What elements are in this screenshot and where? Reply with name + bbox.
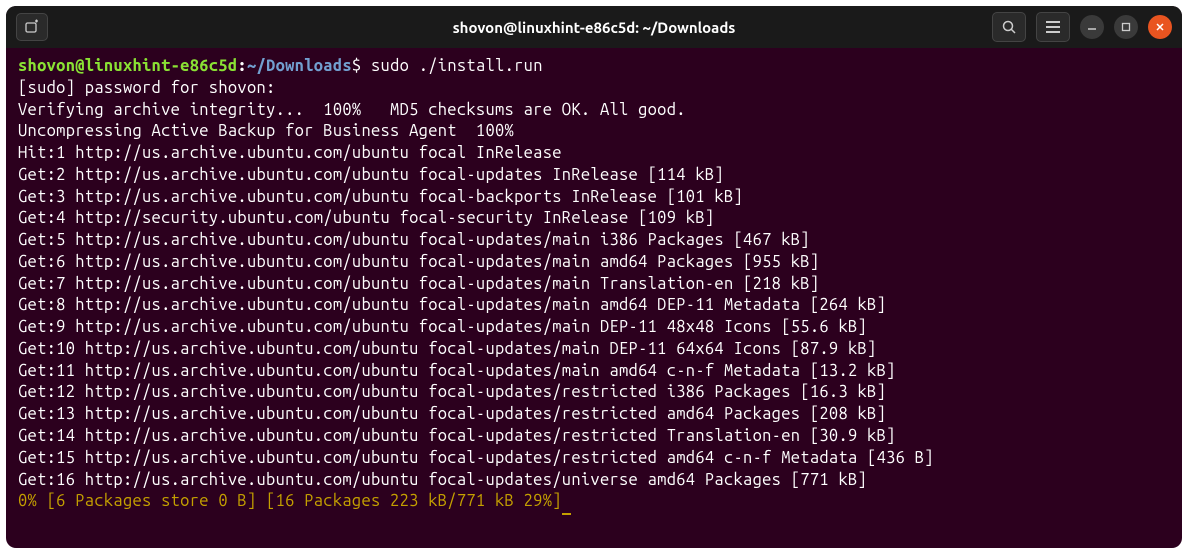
output-line: Get:6 http://us.archive.ubuntu.com/ubunt… [18,253,819,271]
cursor [562,491,571,515]
titlebar-right [992,12,1172,42]
terminal-body[interactable]: shovon@linuxhint-e86c5d:~/Downloads$ sud… [6,48,1182,548]
output-line: Get:10 http://us.archive.ubuntu.com/ubun… [18,340,877,358]
output-line: Get:4 http://security.ubuntu.com/ubuntu … [18,209,714,227]
output-line: Get:16 http://us.archive.ubuntu.com/ubun… [18,471,867,489]
maximize-button[interactable] [1114,15,1138,39]
output-line: Get:8 http://us.archive.ubuntu.com/ubunt… [18,296,886,314]
output-line: [sudo] password for shovon: [18,79,276,97]
maximize-icon [1121,22,1131,32]
output-line: Get:7 http://us.archive.ubuntu.com/ubunt… [18,275,819,293]
minimize-icon [1087,22,1097,32]
titlebar-left [16,13,48,41]
new-tab-button[interactable] [16,13,48,41]
output-line: Hit:1 http://us.archive.ubuntu.com/ubunt… [18,144,562,162]
output-line: Get:15 http://us.archive.ubuntu.com/ubun… [18,449,934,467]
close-button[interactable] [1148,15,1172,39]
output-line: Get:3 http://us.archive.ubuntu.com/ubunt… [18,188,743,206]
output-line: Get:12 http://us.archive.ubuntu.com/ubun… [18,383,886,401]
prompt-user-host: shovon@linuxhint-e86c5d [18,57,237,75]
minimize-button[interactable] [1080,15,1104,39]
output-line: Get:11 http://us.archive.ubuntu.com/ubun… [18,362,896,380]
search-button[interactable] [992,12,1026,42]
terminal-window: shovon@linuxhint-e86c5d: ~/Downloads [6,6,1182,548]
prompt-colon: : [237,57,247,75]
menu-button[interactable] [1036,12,1070,42]
prompt-path: ~/Downloads [247,57,352,75]
titlebar: shovon@linuxhint-e86c5d: ~/Downloads [6,6,1182,48]
prompt-dollar: $ [352,57,371,75]
output-line: Get:2 http://us.archive.ubuntu.com/ubunt… [18,166,724,184]
hamburger-icon [1046,21,1060,33]
progress-line: 0% [6 Packages store 0 B] [16 Packages 2… [18,492,562,510]
close-icon [1155,22,1165,32]
prompt-command: sudo ./install.run [371,57,543,75]
new-tab-icon [24,19,40,35]
output-line: Get:9 http://us.archive.ubuntu.com/ubunt… [18,318,867,336]
output-line: Get:13 http://us.archive.ubuntu.com/ubun… [18,405,886,423]
output-line: Get:5 http://us.archive.ubuntu.com/ubunt… [18,231,810,249]
output-line: Uncompressing Active Backup for Business… [18,122,514,140]
output-line: Verifying archive integrity... 100% MD5 … [18,101,686,119]
search-icon [1001,19,1017,35]
output-line: Get:14 http://us.archive.ubuntu.com/ubun… [18,427,896,445]
